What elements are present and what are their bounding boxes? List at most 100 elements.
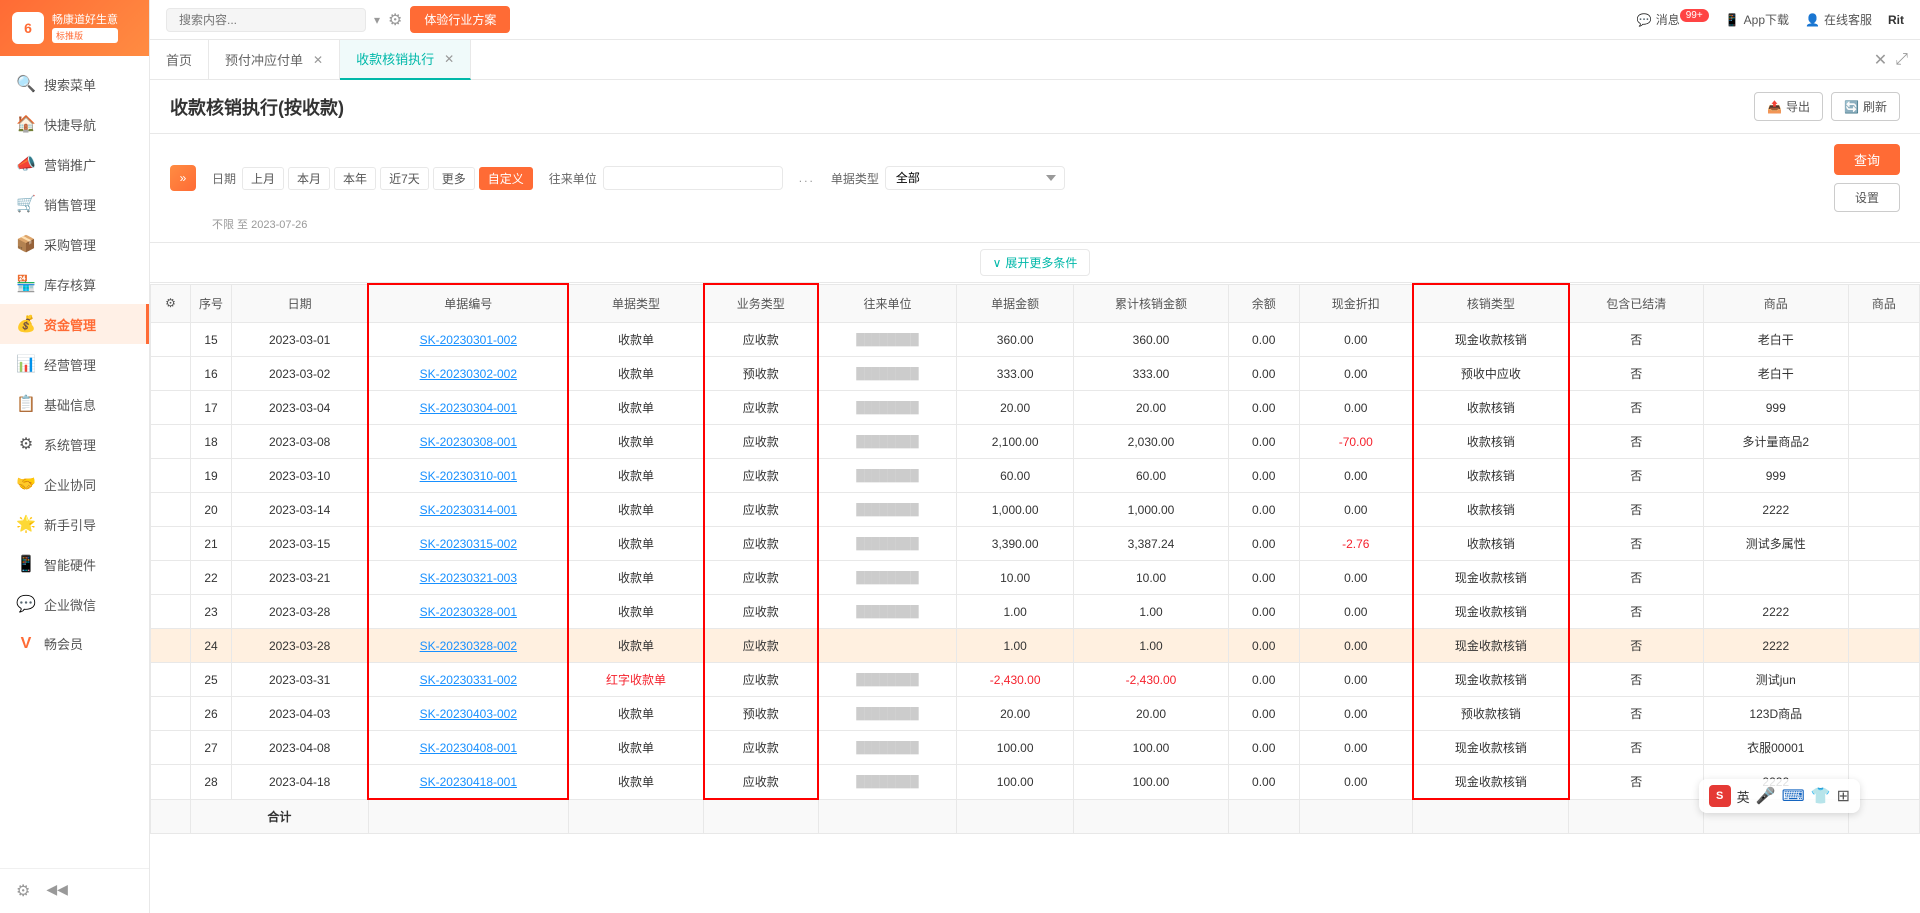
sidebar-item-marketing[interactable]: 📣 营销推广	[0, 144, 149, 184]
page-actions: 📤 导出 🔄 刷新	[1754, 92, 1900, 121]
tab-expand-icon[interactable]: ⤢	[1895, 51, 1908, 69]
cell-settled: 否	[1569, 561, 1703, 595]
query-button[interactable]: 查询	[1834, 144, 1900, 175]
doc-no-link[interactable]: SK-20230321-003	[420, 571, 517, 585]
topbar-gear-icon[interactable]: ⚙	[388, 10, 402, 30]
sidebar-item-hardware[interactable]: 📱 智能硬件	[0, 544, 149, 584]
expand-label: 展开更多条件	[1005, 254, 1077, 271]
doctype-label: 单据类型	[831, 170, 879, 187]
doc-no-link[interactable]: SK-20230314-001	[420, 503, 517, 517]
cell-settled: 否	[1569, 697, 1703, 731]
sidebar-item-system[interactable]: ⚙ 系统管理	[0, 424, 149, 464]
doc-no-link[interactable]: SK-20230310-001	[420, 469, 517, 483]
sidebar-item-label: 基础信息	[44, 395, 96, 414]
tab-prepay[interactable]: 预付冲应付单 ✕	[209, 40, 340, 80]
topbar-search-input[interactable]	[166, 8, 366, 32]
enterprise-icon: 🤝	[16, 474, 36, 494]
sidebar-item-quick[interactable]: 🏠 快捷导航	[0, 104, 149, 144]
date-btn-thismonth[interactable]: 本月	[288, 167, 330, 190]
sidebar-item-guide[interactable]: 🌟 新手引导	[0, 504, 149, 544]
sales-icon: 🛒	[16, 194, 36, 214]
date-btn-custom[interactable]: 自定义	[479, 167, 533, 190]
doc-no-link[interactable]: SK-20230301-002	[420, 333, 517, 347]
date-btn-thisyear[interactable]: 本年	[334, 167, 376, 190]
sidebar-item-member[interactable]: V 畅会员	[0, 624, 149, 663]
industry-solution-button[interactable]: 体验行业方案	[410, 6, 510, 33]
doc-no-link[interactable]: SK-20230302-002	[420, 367, 517, 381]
cell-balance: 0.00	[1228, 765, 1299, 800]
setting-button[interactable]: 设置	[1834, 183, 1900, 212]
sidebar-item-finance[interactable]: 💰 资金管理	[0, 304, 149, 344]
doc-no-link[interactable]: SK-20230328-001	[420, 605, 517, 619]
column-settings-icon[interactable]: ⚙	[165, 296, 176, 310]
cell-discount: 0.00	[1299, 595, 1413, 629]
table-row: 15 2023-03-01 SK-20230301-002 收款单 应收款 ██…	[151, 323, 1920, 357]
sidebar-item-label: 新手引导	[44, 515, 96, 534]
cell-date: 2023-04-08	[232, 731, 369, 765]
sidebar-nav: 🔍 搜索菜单 🏠 快捷导航 📣 营销推广 🛒 销售管理 📦 采购管理 🏪 库存核…	[0, 56, 149, 868]
sidebar-item-search[interactable]: 🔍 搜索菜单	[0, 64, 149, 104]
cell-verified: 333.00	[1074, 357, 1228, 391]
app-download-group[interactable]: 📱 App下载	[1725, 11, 1789, 28]
logo-badge: 标推版	[52, 28, 118, 43]
doc-no-link[interactable]: SK-20230418-001	[420, 775, 517, 789]
sidebar-item-enterprise[interactable]: 🤝 企业协同	[0, 464, 149, 504]
expand-conditions-button[interactable]: ∨ 展开更多条件	[980, 249, 1091, 276]
cell-doctype: 收款单	[568, 527, 703, 561]
cell-verified: 20.00	[1074, 391, 1228, 425]
cell-goods: 测试jun	[1703, 663, 1848, 697]
tab-collection-close[interactable]: ✕	[444, 52, 454, 66]
cell-goods: 999	[1703, 459, 1848, 493]
doc-no-link[interactable]: SK-20230315-002	[420, 537, 517, 551]
sidebar-item-sales[interactable]: 🛒 销售管理	[0, 184, 149, 224]
cell-settings	[151, 391, 191, 425]
user-name[interactable]: Rit	[1888, 13, 1904, 27]
col-settings-header[interactable]: ⚙	[151, 284, 191, 323]
filter-toggle[interactable]: »	[170, 165, 196, 191]
tab-close-all-icon[interactable]: ✕	[1874, 50, 1887, 70]
cell-date: 2023-03-28	[232, 629, 369, 663]
cell-no: 27	[191, 731, 232, 765]
sidebar-item-purchase[interactable]: 📦 采购管理	[0, 224, 149, 264]
cell-balance: 0.00	[1228, 697, 1299, 731]
page-title: 收款核销执行(按收款)	[170, 94, 344, 120]
sidebar-item-operation[interactable]: 📊 经营管理	[0, 344, 149, 384]
settings-bottom-icon[interactable]: ⚙	[16, 881, 30, 901]
refresh-button[interactable]: 🔄 刷新	[1831, 92, 1900, 121]
cell-amount: 100.00	[956, 765, 1073, 800]
sidebar-item-basic[interactable]: 📋 基础信息	[0, 384, 149, 424]
date-btn-lastmonth[interactable]: 上月	[242, 167, 284, 190]
cell-biztype: 应收款	[704, 561, 818, 595]
expand-row: ∨ 展开更多条件	[150, 243, 1920, 283]
export-button[interactable]: 📤 导出	[1754, 92, 1823, 121]
purchase-icon: 📦	[16, 234, 36, 254]
doc-no-link[interactable]: SK-20230308-001	[420, 435, 517, 449]
cell-date: 2023-03-15	[232, 527, 369, 561]
cell-docno: SK-20230321-003	[368, 561, 568, 595]
doc-no-link[interactable]: SK-20230328-002	[420, 639, 517, 653]
cell-partner: ████████	[818, 561, 956, 595]
doctype-select[interactable]: 全部 收款单 红字收款单	[885, 166, 1065, 190]
doc-no-link[interactable]: SK-20230403-002	[420, 707, 517, 721]
doc-no-link[interactable]: SK-20230408-001	[420, 741, 517, 755]
online-service-group[interactable]: 👤 在线客服	[1805, 11, 1872, 28]
tab-collection[interactable]: 收款核销执行 ✕	[340, 40, 471, 80]
cell-biztype: 预收款	[704, 697, 818, 731]
date-btn-more[interactable]: 更多	[433, 167, 475, 190]
date-btn-7days[interactable]: 近7天	[380, 167, 429, 190]
doc-no-link[interactable]: SK-20230304-001	[420, 401, 517, 415]
cell-date: 2023-03-14	[232, 493, 369, 527]
collapse-icon[interactable]: ◀◀	[46, 881, 68, 901]
cell-settings	[151, 595, 191, 629]
sidebar-item-wechat[interactable]: 💬 企业微信	[0, 584, 149, 624]
cell-verifytype: 现金收款核销	[1413, 595, 1569, 629]
topbar-dropdown-arrow[interactable]: ▾	[374, 13, 380, 27]
message-group[interactable]: 💬 消息 99+	[1637, 11, 1709, 28]
partner-input[interactable]	[603, 166, 783, 190]
date-buttons: 上月 本月 本年 近7天 更多 自定义	[242, 167, 533, 190]
tab-home[interactable]: 首页	[150, 40, 209, 80]
sidebar-item-inventory[interactable]: 🏪 库存核算	[0, 264, 149, 304]
tab-collection-label: 收款核销执行	[356, 49, 434, 68]
tab-prepay-close[interactable]: ✕	[313, 53, 323, 67]
doc-no-link[interactable]: SK-20230331-002	[420, 673, 517, 687]
